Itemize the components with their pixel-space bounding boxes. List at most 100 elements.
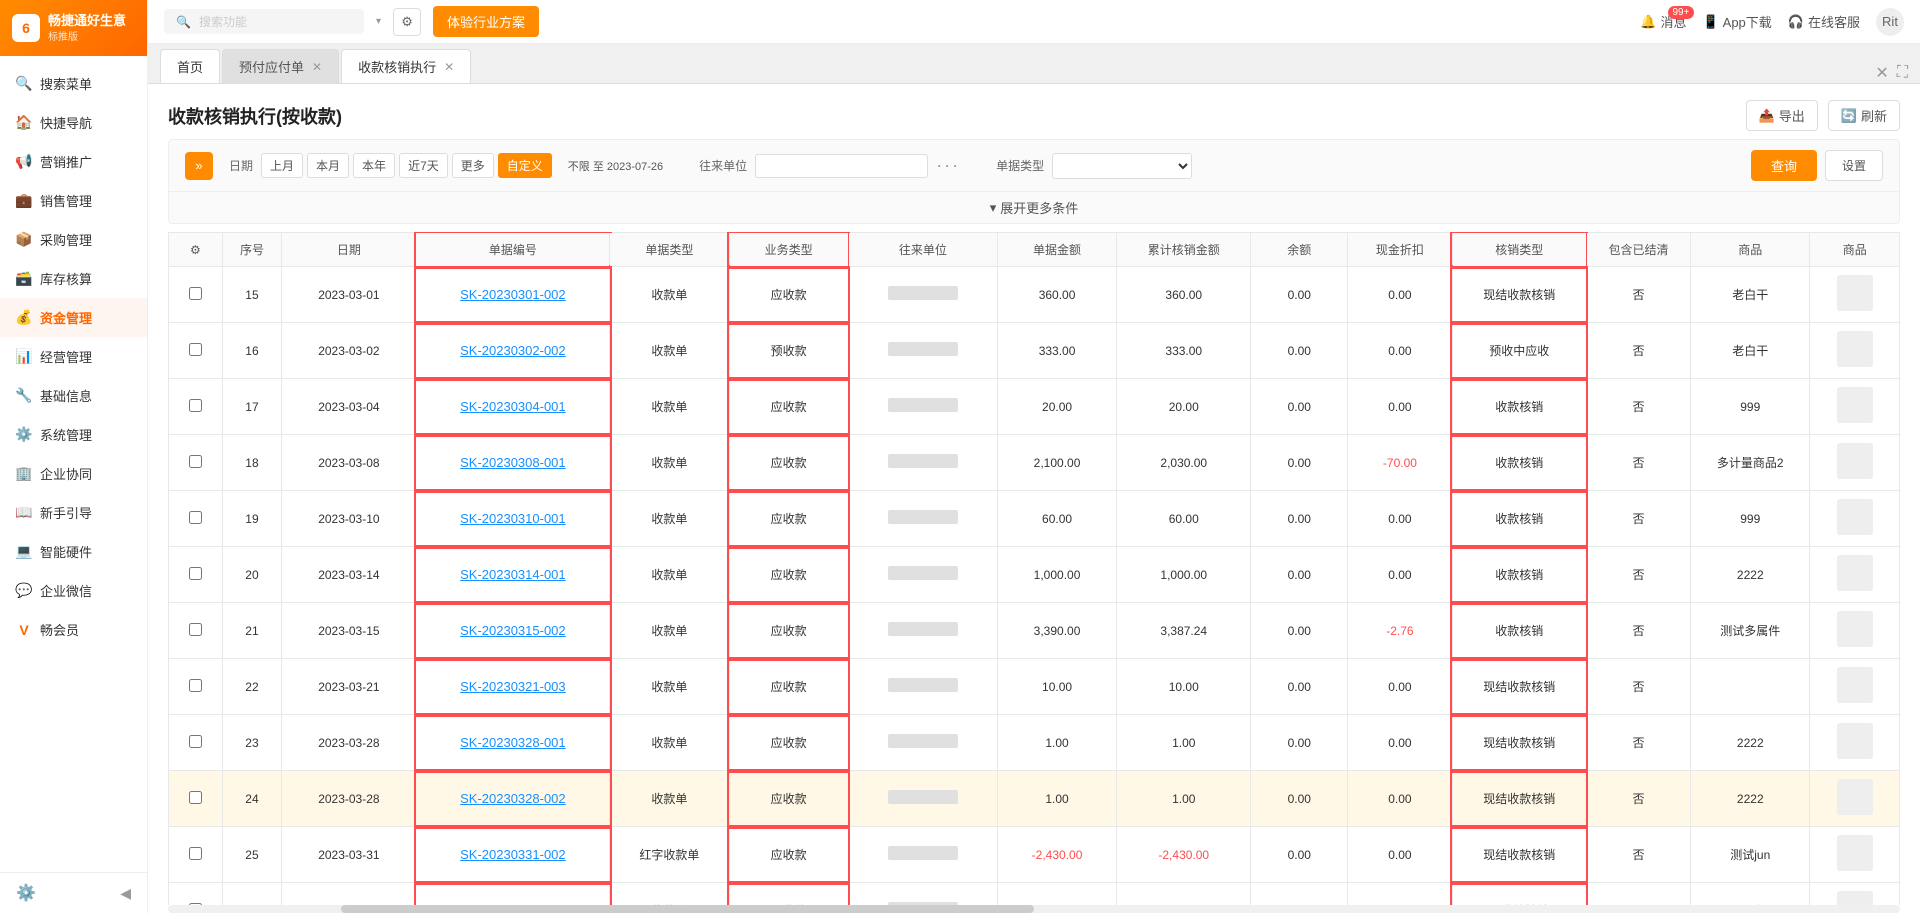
sidebar-item-member[interactable]: V 畅会员 bbox=[0, 610, 147, 649]
row-checkbox[interactable] bbox=[189, 455, 202, 468]
topbar-gear-button[interactable]: ⚙ bbox=[393, 8, 421, 36]
order-no-link[interactable]: SK-20230304-001 bbox=[460, 399, 566, 414]
table-row[interactable]: 18 2023-03-08 SK-20230308-001 收款单 应收款 2,… bbox=[169, 435, 1900, 491]
cell-settings[interactable] bbox=[169, 267, 223, 323]
table-row[interactable]: 21 2023-03-15 SK-20230315-002 收款单 应收款 3,… bbox=[169, 603, 1900, 659]
sidebar-item-hardware[interactable]: 💻 智能硬件 bbox=[0, 532, 147, 571]
table-row[interactable]: 19 2023-03-10 SK-20230310-001 收款单 应收款 60… bbox=[169, 491, 1900, 547]
table-row[interactable]: 25 2023-03-31 SK-20230331-002 红字收款单 应收款 … bbox=[169, 827, 1900, 883]
row-checkbox[interactable] bbox=[189, 847, 202, 860]
cell-incl-settled: 否 bbox=[1586, 435, 1690, 491]
table-row[interactable]: 16 2023-03-02 SK-20230302-002 收款单 预收款 33… bbox=[169, 323, 1900, 379]
topbar-chevron-icon[interactable]: ▾ bbox=[376, 16, 381, 27]
row-checkbox[interactable] bbox=[189, 791, 202, 804]
settings-icon[interactable]: ⚙️ bbox=[16, 883, 36, 903]
cell-settings[interactable] bbox=[169, 491, 223, 547]
online-service-button[interactable]: 🎧 在线客服 bbox=[1788, 12, 1860, 31]
filter-doctype-label: 单据类型 bbox=[996, 157, 1044, 174]
table-row[interactable]: 17 2023-03-04 SK-20230304-001 收款单 应收款 20… bbox=[169, 379, 1900, 435]
sidebar-item-system[interactable]: ⚙️ 系统管理 bbox=[0, 415, 147, 454]
order-no-link[interactable]: SK-20230331-002 bbox=[460, 847, 566, 862]
filter-date-more[interactable]: 更多 bbox=[452, 153, 494, 178]
row-checkbox[interactable] bbox=[189, 679, 202, 692]
sidebar-item-ops[interactable]: 📊 经营管理 bbox=[0, 337, 147, 376]
cell-settings[interactable] bbox=[169, 771, 223, 827]
sidebar-item-search[interactable]: 🔍 搜索菜单 bbox=[0, 64, 147, 103]
query-button[interactable]: 查询 bbox=[1751, 150, 1817, 181]
notification-button[interactable]: 🔔 消息 99+ bbox=[1640, 12, 1686, 31]
app-download-button[interactable]: 📱 App下载 bbox=[1702, 12, 1771, 31]
collapse-icon[interactable]: ◀ bbox=[120, 885, 131, 902]
cell-settings[interactable] bbox=[169, 603, 223, 659]
filter-date-7days[interactable]: 近7天 bbox=[399, 153, 448, 178]
tab-home[interactable]: 首页 bbox=[160, 49, 220, 83]
order-no-link[interactable]: SK-20230301-002 bbox=[460, 287, 566, 302]
setting-button[interactable]: 设置 bbox=[1825, 150, 1883, 181]
cell-settings[interactable] bbox=[169, 659, 223, 715]
table-row[interactable]: 22 2023-03-21 SK-20230321-003 收款单 应收款 10… bbox=[169, 659, 1900, 715]
row-checkbox[interactable] bbox=[189, 735, 202, 748]
sidebar-item-marketing[interactable]: 📢 营销推广 bbox=[0, 142, 147, 181]
export-button[interactable]: 📤 导出 bbox=[1746, 100, 1818, 131]
order-no-link[interactable]: SK-20230328-001 bbox=[460, 735, 566, 750]
table-row[interactable]: 26 2023-04-03 SK-20230403-002 收款单 预收款 20… bbox=[169, 883, 1900, 906]
row-checkbox[interactable] bbox=[189, 511, 202, 524]
order-no-link[interactable]: SK-20230308-001 bbox=[460, 455, 566, 470]
filter-date-custom[interactable]: 自定义 bbox=[498, 153, 552, 178]
sidebar-item-guide[interactable]: 📖 新手引导 bbox=[0, 493, 147, 532]
order-no-link[interactable]: SK-20230321-003 bbox=[460, 679, 566, 694]
table-row[interactable]: 24 2023-03-28 SK-20230328-002 收款单 应收款 1.… bbox=[169, 771, 1900, 827]
cell-settings[interactable] bbox=[169, 547, 223, 603]
table-row[interactable]: 23 2023-03-28 SK-20230328-001 收款单 应收款 1.… bbox=[169, 715, 1900, 771]
table-row[interactable]: 20 2023-03-14 SK-20230314-001 收款单 应收款 1,… bbox=[169, 547, 1900, 603]
expand-tab-icon[interactable]: ⛶ bbox=[1897, 64, 1908, 82]
filter-date-last-month[interactable]: 上月 bbox=[261, 153, 303, 178]
table-scrollbar-thumb[interactable] bbox=[341, 905, 1034, 913]
col-settings-header[interactable]: ⚙ bbox=[169, 233, 223, 267]
order-no-link[interactable]: SK-20230314-001 bbox=[460, 567, 566, 582]
tab-verify-close-icon[interactable]: ✕ bbox=[444, 60, 454, 74]
sidebar-item-finance[interactable]: 💰 资金管理 bbox=[0, 298, 147, 337]
row-checkbox[interactable] bbox=[189, 287, 202, 300]
sidebar-item-purchase[interactable]: 📦 采购管理 bbox=[0, 220, 147, 259]
row-checkbox[interactable] bbox=[189, 399, 202, 412]
cell-settings[interactable] bbox=[169, 715, 223, 771]
cell-goods: 2222 bbox=[1691, 547, 1810, 603]
table-scrollbar[interactable] bbox=[168, 905, 1900, 913]
user-avatar[interactable]: Rit bbox=[1876, 8, 1904, 36]
cell-settings[interactable] bbox=[169, 379, 223, 435]
sidebar-item-sales[interactable]: 💼 销售管理 bbox=[0, 181, 147, 220]
cell-settings[interactable] bbox=[169, 323, 223, 379]
filter-doctype-select[interactable] bbox=[1052, 153, 1192, 179]
filter-expand-button[interactable]: » bbox=[185, 152, 213, 180]
filter-dots-icon[interactable]: ··· bbox=[936, 155, 960, 176]
tab-verify[interactable]: 收款核销执行 ✕ bbox=[341, 49, 471, 83]
order-no-link[interactable]: SK-20230310-001 bbox=[460, 511, 566, 526]
tab-prepay[interactable]: 预付应付单 ✕ bbox=[222, 49, 339, 83]
sidebar-item-quick[interactable]: 🏠 快捷导航 bbox=[0, 103, 147, 142]
cell-settings[interactable] bbox=[169, 435, 223, 491]
row-checkbox[interactable] bbox=[189, 567, 202, 580]
order-no-link[interactable]: SK-20230302-002 bbox=[460, 343, 566, 358]
row-checkbox[interactable] bbox=[189, 623, 202, 636]
refresh-button[interactable]: 🔄 刷新 bbox=[1828, 100, 1900, 131]
tab-prepay-close-icon[interactable]: ✕ bbox=[312, 60, 322, 74]
topbar-search[interactable]: 🔍 搜索功能 bbox=[164, 9, 364, 34]
filter-date-this-year[interactable]: 本年 bbox=[353, 153, 395, 178]
cell-cum-amount: 360.00 bbox=[1117, 267, 1251, 323]
industry-solution-button[interactable]: 体验行业方案 bbox=[433, 6, 539, 37]
filter-date-this-month[interactable]: 本月 bbox=[307, 153, 349, 178]
row-checkbox[interactable] bbox=[189, 343, 202, 356]
sidebar-item-inventory[interactable]: 🗃️ 库存核算 bbox=[0, 259, 147, 298]
cell-settings[interactable] bbox=[169, 883, 223, 906]
filter-partner-input[interactable] bbox=[755, 154, 928, 178]
table-row[interactable]: 15 2023-03-01 SK-20230301-002 收款单 应收款 36… bbox=[169, 267, 1900, 323]
sidebar-item-base[interactable]: 🔧 基础信息 bbox=[0, 376, 147, 415]
order-no-link[interactable]: SK-20230328-002 bbox=[460, 791, 566, 806]
sidebar-item-corp[interactable]: 🏢 企业协同 bbox=[0, 454, 147, 493]
filter-expand-more[interactable]: ▾ 展开更多条件 bbox=[169, 191, 1899, 223]
close-tab-icon[interactable]: ✕ bbox=[1875, 63, 1888, 83]
sidebar-item-wechat[interactable]: 💬 企业微信 bbox=[0, 571, 147, 610]
order-no-link[interactable]: SK-20230315-002 bbox=[460, 623, 566, 638]
cell-settings[interactable] bbox=[169, 827, 223, 883]
